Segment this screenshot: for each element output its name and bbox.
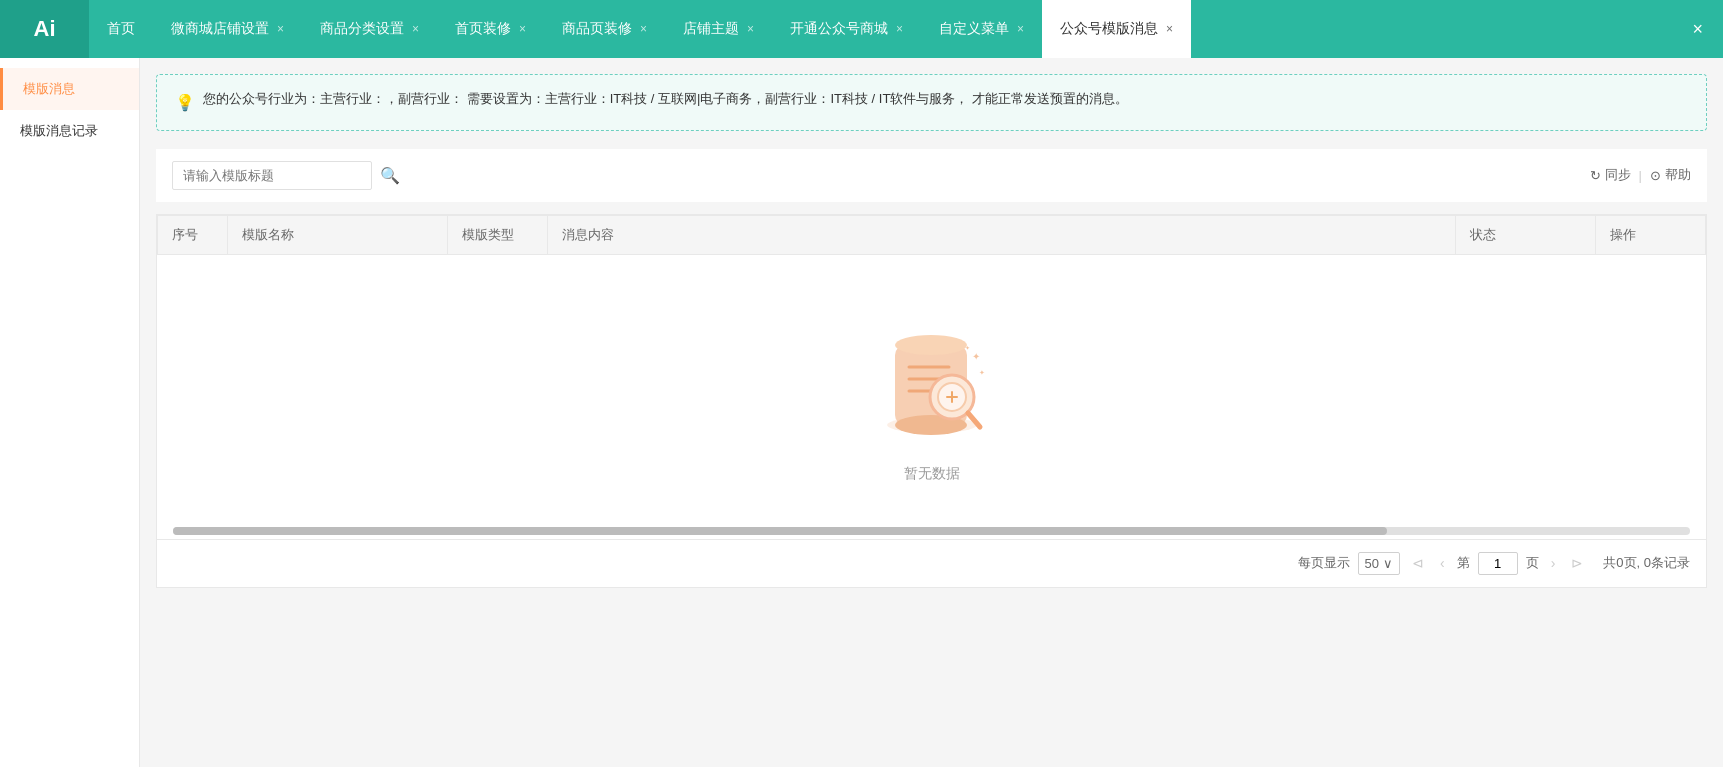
table-header: 序号 模版名称 模版类型 消息内容 状态 操作 <box>158 215 1706 254</box>
pagination-bar: 每页显示 50 ∨ ⊲ ‹ 第 页 › ⊳ 共0页, 0条记录 <box>157 539 1706 587</box>
sidebar: 模版消息 模版消息记录 <box>0 58 140 767</box>
help-label: 帮助 <box>1665 166 1691 184</box>
top-nav: Ai 首页 微商城店铺设置 × 商品分类设置 × 首页装修 × 商品页装修 × … <box>0 0 1723 58</box>
nav-tab-home[interactable]: 首页 <box>89 0 153 58</box>
nav-tab-custom-menu-close[interactable]: × <box>1017 22 1024 36</box>
nav-tab-home-decor-close[interactable]: × <box>519 22 526 36</box>
svg-text:✦: ✦ <box>979 369 985 376</box>
svg-point-2 <box>895 335 967 355</box>
nav-tab-template-msg[interactable]: 公众号模版消息 × <box>1042 0 1191 58</box>
empty-state-cell: ✦ ✦ ✦ 暂无数据 <box>158 254 1706 523</box>
empty-state: ✦ ✦ ✦ 暂无数据 <box>158 255 1706 523</box>
col-type: 模版类型 <box>448 215 548 254</box>
nav-tab-shop-settings-close[interactable]: × <box>277 22 284 36</box>
current-page-input[interactable] <box>1478 552 1518 575</box>
divider: | <box>1639 168 1642 183</box>
notice-box: 💡 您的公众号行业为：主营行业：，副营行业： 需要设置为：主营行业：IT科技 /… <box>156 74 1707 131</box>
scrollbar-track[interactable] <box>173 527 1690 535</box>
nav-tab-category-settings[interactable]: 商品分类设置 × <box>302 0 437 58</box>
col-status: 状态 <box>1456 215 1596 254</box>
prev-page-button[interactable]: ‹ <box>1436 553 1449 573</box>
per-page-value: 50 <box>1365 556 1379 571</box>
next-page-button[interactable]: › <box>1547 553 1560 573</box>
nav-tab-product-decor-label: 商品页装修 <box>562 20 632 38</box>
nav-tab-category-settings-close[interactable]: × <box>412 22 419 36</box>
col-name: 模版名称 <box>228 215 448 254</box>
last-page-button[interactable]: ⊳ <box>1567 553 1587 573</box>
sync-label: 同步 <box>1605 166 1631 184</box>
col-action: 操作 <box>1596 215 1706 254</box>
sidebar-item-template-msg[interactable]: 模版消息 <box>0 68 139 110</box>
nav-tab-open-mall-label: 开通公众号商城 <box>790 20 888 38</box>
search-left: 🔍 <box>172 161 400 190</box>
nav-tab-home-decor-label: 首页装修 <box>455 20 511 38</box>
per-page-dropdown-icon: ∨ <box>1383 556 1393 571</box>
nav-tab-open-mall-close[interactable]: × <box>896 22 903 36</box>
horizontal-scrollbar[interactable] <box>157 523 1706 539</box>
nav-tab-shop-settings[interactable]: 微商城店铺设置 × <box>153 0 302 58</box>
notice-highlight: 需要设置为：主营行业：IT科技 / 互联网|电子商务，副营行业：IT科技 / I… <box>467 91 969 106</box>
sidebar-item-template-msg-label: 模版消息 <box>23 81 75 96</box>
scrollbar-thumb[interactable] <box>173 527 1387 535</box>
empty-state-row: ✦ ✦ ✦ 暂无数据 <box>158 254 1706 523</box>
search-right: ↻ 同步 | ⊙ 帮助 <box>1590 166 1691 184</box>
sidebar-item-template-record-label: 模版消息记录 <box>20 123 98 138</box>
nav-tab-product-decor-close[interactable]: × <box>640 22 647 36</box>
notice-text-suffix: 才能正常发送预置的消息。 <box>972 91 1128 106</box>
data-table-wrapper: 序号 模版名称 模版类型 消息内容 状态 操作 <box>156 214 1707 588</box>
main-layout: 模版消息 模版消息记录 💡 您的公众号行业为：主营行业：，副营行业： 需要设置为… <box>0 58 1723 767</box>
col-content: 消息内容 <box>548 215 1456 254</box>
table-body: ✦ ✦ ✦ 暂无数据 <box>158 254 1706 523</box>
svg-text:✦: ✦ <box>972 351 980 362</box>
search-button[interactable]: 🔍 <box>380 166 400 185</box>
col-index: 序号 <box>158 215 228 254</box>
search-icon: 🔍 <box>380 167 400 184</box>
search-input[interactable] <box>172 161 372 190</box>
empty-illustration: ✦ ✦ ✦ <box>867 315 997 445</box>
nav-tab-shop-theme-label: 店铺主题 <box>683 20 739 38</box>
data-table: 序号 模版名称 模版类型 消息内容 状态 操作 <box>157 215 1706 523</box>
svg-text:✦: ✦ <box>965 345 970 351</box>
notice-text-prefix: 您的公众号行业为：主营行业：，副营行业： <box>203 91 463 106</box>
nav-tab-category-settings-label: 商品分类设置 <box>320 20 404 38</box>
nav-tab-open-mall[interactable]: 开通公众号商城 × <box>772 0 921 58</box>
sync-button[interactable]: ↻ 同步 <box>1590 166 1631 184</box>
app-logo: Ai <box>0 0 89 58</box>
nav-tab-shop-theme[interactable]: 店铺主题 × <box>665 0 772 58</box>
nav-tab-template-msg-close[interactable]: × <box>1166 22 1173 36</box>
sync-icon: ↻ <box>1590 168 1601 183</box>
page-unit: 页 <box>1526 554 1539 572</box>
nav-tab-home-label: 首页 <box>107 20 135 38</box>
page-label: 第 <box>1457 554 1470 572</box>
notice-icon: 💡 <box>175 90 195 116</box>
notice-text: 您的公众号行业为：主营行业：，副营行业： 需要设置为：主营行业：IT科技 / 互… <box>203 89 1128 110</box>
nav-tab-template-msg-label: 公众号模版消息 <box>1060 20 1158 38</box>
nav-tab-shop-settings-label: 微商城店铺设置 <box>171 20 269 38</box>
nav-tab-custom-menu[interactable]: 自定义菜单 × <box>921 0 1042 58</box>
total-info: 共0页, 0条记录 <box>1603 554 1690 572</box>
nav-tab-custom-menu-label: 自定义菜单 <box>939 20 1009 38</box>
per-page-label: 每页显示 <box>1298 554 1350 572</box>
nav-close-all-button[interactable]: × <box>1672 19 1723 40</box>
first-page-button[interactable]: ⊲ <box>1408 553 1428 573</box>
per-page-select[interactable]: 50 ∨ <box>1358 552 1400 575</box>
nav-tab-shop-theme-close[interactable]: × <box>747 22 754 36</box>
content-area: 💡 您的公众号行业为：主营行业：，副营行业： 需要设置为：主营行业：IT科技 /… <box>140 58 1723 767</box>
search-bar: 🔍 ↻ 同步 | ⊙ 帮助 <box>156 149 1707 202</box>
help-icon: ⊙ <box>1650 168 1661 183</box>
nav-tab-product-decor[interactable]: 商品页装修 × <box>544 0 665 58</box>
table-header-row: 序号 模版名称 模版类型 消息内容 状态 操作 <box>158 215 1706 254</box>
help-button[interactable]: ⊙ 帮助 <box>1650 166 1691 184</box>
empty-text: 暂无数据 <box>904 465 960 483</box>
sidebar-item-template-record[interactable]: 模版消息记录 <box>0 110 139 152</box>
nav-tab-home-decor[interactable]: 首页装修 × <box>437 0 544 58</box>
